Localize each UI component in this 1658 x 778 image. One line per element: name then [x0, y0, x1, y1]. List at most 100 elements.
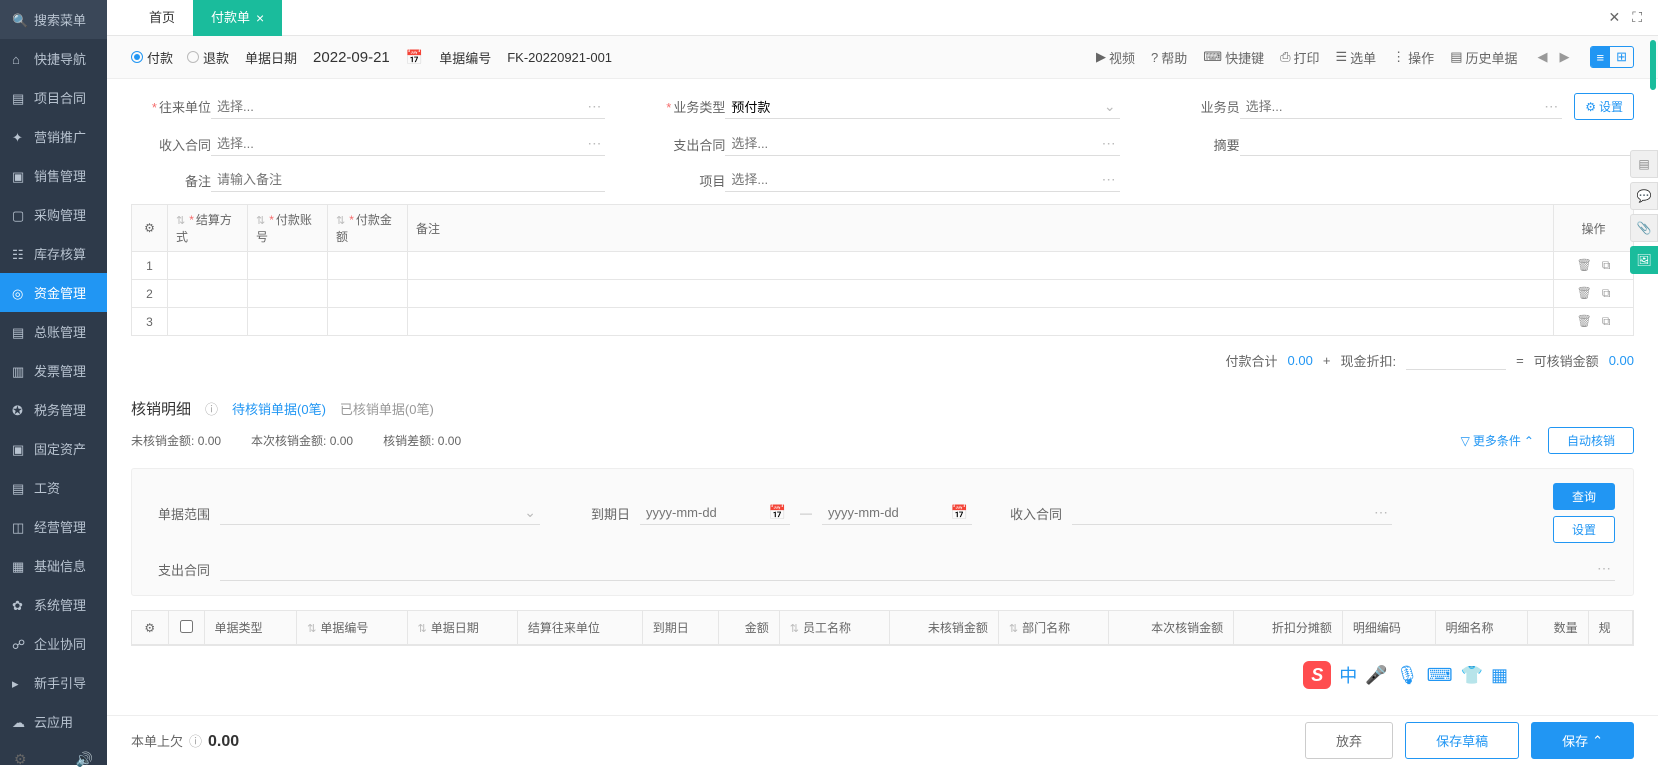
chevron-down-icon[interactable]: ⌄ — [520, 504, 540, 521]
settings-button[interactable]: ⚙ 设置 — [1574, 93, 1634, 120]
sidebar-item-sales[interactable]: ▣销售管理 — [0, 156, 107, 195]
col-unwrite[interactable]: 未核销金额 — [928, 621, 988, 635]
col-unit[interactable]: 结算往来单位 — [528, 621, 600, 635]
info-icon[interactable]: ⓘ — [205, 399, 218, 418]
table-row[interactable]: 2🗑⧉ — [132, 280, 1634, 308]
ime-shirt-icon[interactable]: 👕 — [1461, 665, 1483, 686]
discount-input[interactable] — [1406, 350, 1506, 370]
table-row[interactable]: 3🗑⧉ — [132, 308, 1634, 336]
pending-tab[interactable]: 待核销单据(0笔) — [232, 399, 326, 418]
salesman-input[interactable] — [1240, 95, 1541, 118]
customer-input[interactable] — [211, 95, 583, 118]
tab-home[interactable]: 首页 — [131, 0, 193, 36]
settings-icon[interactable]: ⚙ — [14, 751, 27, 768]
done-tab[interactable]: 已核销单据(0笔) — [340, 399, 434, 418]
col-amount[interactable]: 付款金额 — [336, 213, 392, 244]
info-icon[interactable]: ⓘ — [189, 731, 202, 750]
expense-contract-input2[interactable] — [220, 557, 1593, 580]
sidebar-item-search[interactable]: 🔍搜索菜单 — [0, 0, 107, 39]
sound-icon[interactable]: 🔊 — [76, 751, 93, 768]
select-all-checkbox[interactable] — [180, 620, 193, 633]
col-amount[interactable]: 金额 — [745, 621, 769, 635]
biztype-input[interactable] — [725, 95, 1100, 118]
range-input[interactable] — [220, 501, 520, 524]
abandon-button[interactable]: 放弃 — [1305, 722, 1393, 759]
edge-tool-image-icon[interactable]: 🖼 — [1630, 246, 1658, 274]
video-link[interactable]: ▶ 视频 — [1096, 48, 1135, 67]
sidebar-item-quicknav[interactable]: ⌂快捷导航 — [0, 39, 107, 78]
ime-voice-icon[interactable]: 🎤 — [1365, 665, 1387, 686]
col-remark[interactable]: 备注 — [416, 222, 440, 236]
radio-refund[interactable]: 退款 — [187, 48, 229, 67]
col-dept[interactable]: 部门名称 — [1022, 621, 1070, 635]
ime-keyboard-icon[interactable]: ⌨ — [1427, 665, 1453, 686]
delete-icon[interactable]: 🗑 — [1577, 258, 1592, 273]
sidebar-item-purchase[interactable]: ▢采购管理 — [0, 195, 107, 234]
more-icon[interactable]: ⋯ — [1540, 98, 1562, 115]
col-due[interactable]: 到期日 — [653, 621, 689, 635]
due-from-input[interactable] — [640, 501, 765, 524]
col-spec[interactable]: 规 — [1599, 621, 1611, 635]
col-code[interactable]: 明细编码 — [1353, 621, 1401, 635]
more-icon[interactable]: ⋯ — [1593, 560, 1615, 577]
history-link[interactable]: ▤ 历史单据 — [1450, 48, 1517, 67]
vertical-scrollbar[interactable] — [1650, 40, 1656, 90]
col-date[interactable]: 单据日期 — [431, 621, 479, 635]
edge-tool-chat-icon[interactable]: 💬 — [1630, 182, 1658, 210]
sidebar-item-ledger[interactable]: ▤总账管理 — [0, 312, 107, 351]
col-qty[interactable]: 数量 — [1554, 621, 1578, 635]
sidebar-item-tax[interactable]: ✪税务管理 — [0, 390, 107, 429]
chevron-down-icon[interactable]: ⌄ — [1100, 98, 1120, 115]
due-to-input[interactable] — [822, 501, 947, 524]
nav-next-icon[interactable]: ▶ — [1556, 47, 1574, 67]
fullscreen-icon[interactable]: ⛶ — [1632, 9, 1642, 26]
shortcut-link[interactable]: ⌨ 快捷键 — [1203, 48, 1264, 67]
sidebar-item-marketing[interactable]: ✦营销推广 — [0, 117, 107, 156]
sidebar-item-inventory[interactable]: ☷库存核算 — [0, 234, 107, 273]
sidebar-item-contract[interactable]: ▤项目合同 — [0, 78, 107, 117]
more-icon[interactable]: ⋯ — [1098, 171, 1120, 188]
income-contract-input2[interactable] — [1072, 501, 1370, 524]
more-icon[interactable]: ⋯ — [1370, 504, 1392, 521]
col-no[interactable]: 单据编号 — [320, 621, 368, 635]
save-button[interactable]: 保存⌃ — [1531, 722, 1634, 759]
ime-logo-icon[interactable]: S — [1303, 661, 1331, 689]
nav-prev-icon[interactable]: ◀ — [1534, 47, 1552, 67]
col-split[interactable]: 折扣分摊额 — [1272, 621, 1332, 635]
select-link[interactable]: ☰ 选单 — [1336, 48, 1377, 67]
ime-grid-icon[interactable]: ▦ — [1491, 665, 1508, 686]
sidebar-item-fund[interactable]: ◎资金管理 — [0, 273, 107, 312]
table-row[interactable]: 1🗑⧉ — [132, 252, 1634, 280]
print-link[interactable]: ⎙ 打印 — [1280, 48, 1319, 67]
sidebar-item-ops[interactable]: ◫经营管理 — [0, 507, 107, 546]
auto-writeoff-button[interactable]: 自动核销 — [1548, 427, 1634, 454]
remark-input[interactable] — [211, 168, 605, 191]
query-button[interactable]: 查询 — [1553, 483, 1615, 510]
more-icon[interactable]: ⋯ — [583, 135, 605, 152]
delete-icon[interactable]: 🗑 — [1577, 286, 1592, 301]
delete-icon[interactable]: 🗑 — [1577, 314, 1592, 329]
calendar-icon[interactable]: 📅 — [406, 49, 423, 66]
sidebar-item-cloud[interactable]: ☁云应用 — [0, 702, 107, 741]
help-link[interactable]: ? 帮助 — [1151, 48, 1187, 67]
tab-payment[interactable]: 付款单× — [193, 0, 282, 36]
calendar-icon[interactable]: 📅 — [765, 504, 790, 521]
copy-icon[interactable]: ⧉ — [1602, 286, 1611, 301]
sidebar-item-basic[interactable]: ▦基础信息 — [0, 546, 107, 585]
col-method[interactable]: 结算方式 — [176, 213, 232, 244]
gear-icon[interactable]: ⚙ — [144, 221, 155, 235]
sidebar-item-collab[interactable]: ☍企业协同 — [0, 624, 107, 663]
ime-mic-icon[interactable]: 🎙 — [1396, 665, 1419, 686]
col-account[interactable]: 付款账号 — [256, 213, 312, 244]
edge-tool-note-icon[interactable]: ▤ — [1630, 150, 1658, 178]
more-icon[interactable]: ⋯ — [1098, 135, 1120, 152]
tab-close-icon[interactable]: ✕ — [1608, 9, 1620, 26]
project-input[interactable] — [725, 168, 1097, 191]
view-list-icon[interactable]: ≡ — [1591, 47, 1611, 67]
copy-icon[interactable]: ⧉ — [1602, 258, 1611, 273]
summary-input[interactable] — [1240, 132, 1634, 155]
expense-contract-input[interactable] — [725, 132, 1097, 155]
more-filter-link[interactable]: ▽更多条件⌃ — [1461, 432, 1534, 449]
ime-zhong[interactable]: 中 — [1339, 662, 1357, 688]
sidebar-item-asset[interactable]: ▣固定资产 — [0, 429, 107, 468]
